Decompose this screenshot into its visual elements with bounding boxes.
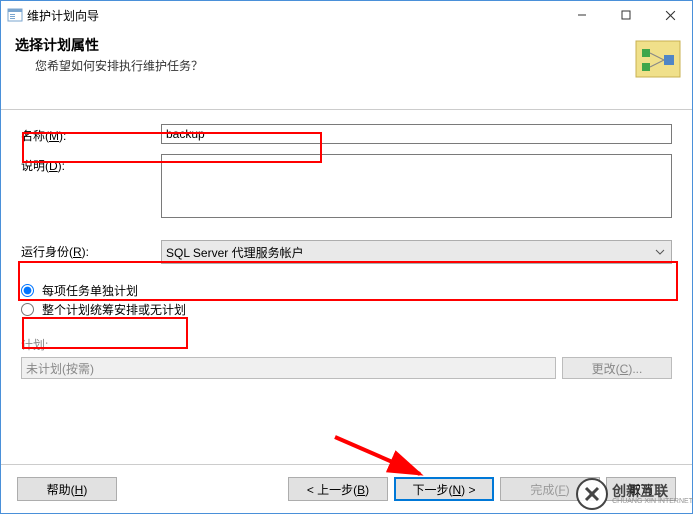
name-input[interactable]: [161, 124, 672, 144]
close-button[interactable]: [648, 1, 692, 29]
watermark: 创新互联 CHUANG XIN INTERNET: [576, 478, 693, 510]
next-button[interactable]: 下一步(N) >: [394, 477, 494, 501]
titlebar: 维护计划向导: [1, 1, 692, 29]
window-title: 维护计划向导: [27, 7, 99, 24]
runas-label: 运行身份(R):: [21, 240, 161, 260]
schedule-label: 计划:: [21, 336, 672, 353]
schedule-readout: 未计划(按需): [21, 357, 556, 379]
schedule-mode-group: 每项任务单独计划 整个计划统筹安排或无计划: [21, 282, 672, 318]
minimize-button[interactable]: [560, 1, 604, 29]
description-label: 说明(D):: [21, 154, 161, 174]
back-button[interactable]: < 上一步(B): [288, 477, 388, 501]
maximize-button[interactable]: [604, 1, 648, 29]
app-icon: [7, 7, 23, 23]
wizard-header: 选择计划属性 您希望如何安排执行维护任务？: [1, 29, 692, 110]
radio-single-schedule[interactable]: 整个计划统筹安排或无计划: [21, 301, 672, 318]
help-button[interactable]: 帮助(H): [17, 477, 117, 501]
watermark-logo-icon: [576, 478, 608, 510]
wizard-icon: [634, 35, 682, 83]
chevron-down-icon: [655, 249, 665, 255]
radio-separate-input[interactable]: [21, 284, 34, 297]
change-schedule-button: 更改(C)...: [562, 357, 672, 379]
name-label: 名称(M):: [21, 124, 161, 144]
radio-separate-schedule[interactable]: 每项任务单独计划: [21, 282, 672, 299]
schedule-block: 计划: 未计划(按需) 更改(C)...: [21, 336, 672, 379]
wizard-window: 维护计划向导 选择计划属性 您希望如何安排执行维护任务？: [0, 0, 693, 514]
radio-single-input[interactable]: [21, 303, 34, 316]
page-heading: 选择计划属性: [15, 35, 634, 55]
runas-value: SQL Server 代理服务帐户: [166, 244, 304, 261]
page-subtext: 您希望如何安排执行维护任务？: [35, 57, 634, 74]
runas-combobox[interactable]: SQL Server 代理服务帐户: [161, 240, 672, 264]
description-input[interactable]: [161, 154, 672, 218]
content-area: 名称(M): 说明(D): 运行身份(R): SQL Server 代理服务帐户…: [1, 110, 692, 464]
